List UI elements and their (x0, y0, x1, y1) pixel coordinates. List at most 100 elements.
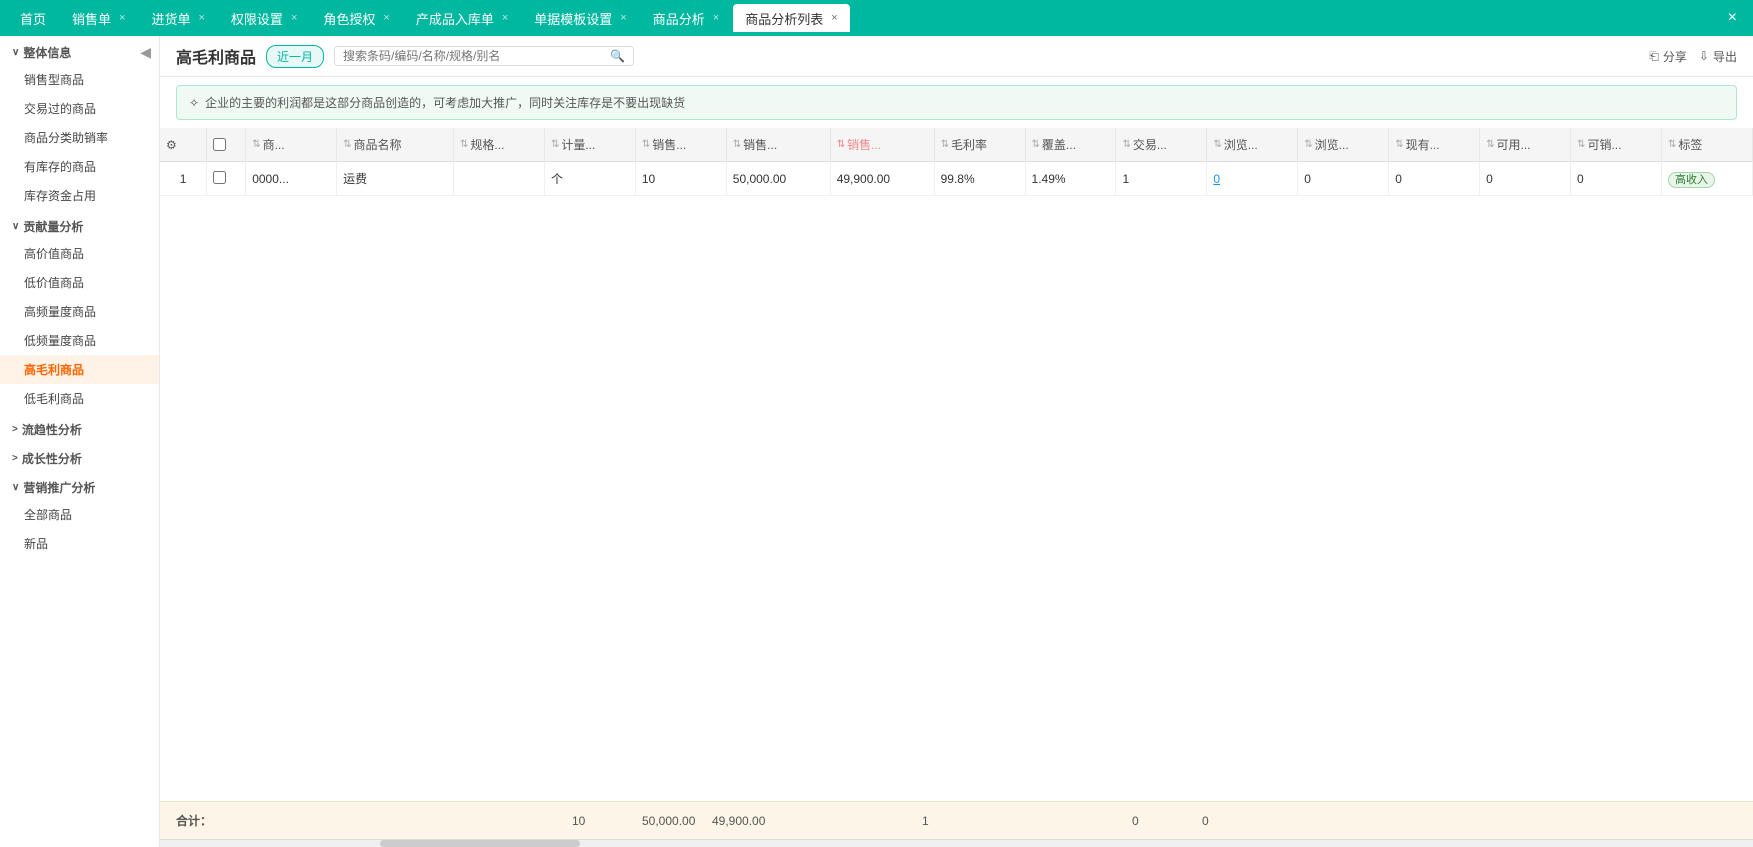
sidebar-group-overall[interactable]: ∨ 整体信息 (0, 36, 159, 65)
sidebar-group-marketing[interactable]: ∨ 营销推广分析 (0, 471, 159, 500)
row-checkbox[interactable] (213, 171, 226, 184)
sort-icon-sales-qty: ⇅ (642, 139, 650, 150)
footer-transaction: 1 (916, 814, 986, 828)
sidebar-item-new-goods[interactable]: 新品 (0, 529, 159, 558)
sidebar-collapse-btn[interactable]: ◀ (140, 44, 151, 61)
bottom-scrollbar[interactable] (160, 839, 1753, 847)
th-browse1[interactable]: ⇅ 浏览... (1207, 128, 1298, 162)
sidebar-item-low-freq[interactable]: 低频量度商品 (0, 326, 159, 355)
nav-item-home[interactable]: 首页 (8, 4, 58, 32)
cell-tag: 高收入 (1661, 162, 1752, 196)
nav-close-analysis-list[interactable]: × (831, 12, 837, 24)
row-tag: 高收入 (1668, 172, 1715, 188)
sidebar-group-contribution[interactable]: ∨ 贡献量分析 (0, 210, 159, 239)
footer-label: 合计： (176, 812, 256, 829)
col-label-available: 可用... (1497, 136, 1531, 153)
th-code[interactable]: ⇅ 商... (246, 128, 337, 162)
row-sales-profit: 49,900.00 (837, 172, 890, 186)
nav-close-analysis[interactable]: × (713, 12, 719, 24)
nav-close-sales[interactable]: × (119, 12, 125, 24)
row-sellable: 0 (1577, 172, 1584, 186)
nav-item-analysis[interactable]: 商品分析 × (641, 4, 731, 32)
sidebar-arrow-trend: > (12, 424, 18, 435)
th-spec[interactable]: ⇅ 规格... (454, 128, 545, 162)
sidebar-item-stocked-goods[interactable]: 有库存的商品 (0, 152, 159, 181)
nav-item-role[interactable]: 角色授权 × (311, 4, 401, 32)
cell-sales-qty: 10 (635, 162, 726, 196)
table-wrap: ⚙ ⇅ 商... (160, 128, 1753, 801)
th-sales-qty[interactable]: ⇅ 销售... (635, 128, 726, 162)
sidebar-item-high-value[interactable]: 高价值商品 (0, 239, 159, 268)
th-tag[interactable]: ⇅ 标签 (1661, 128, 1752, 162)
th-sales-amount[interactable]: ⇅ 销售... (726, 128, 830, 162)
col-label-browse1: 浏览... (1224, 136, 1258, 153)
cell-index: 1 (160, 162, 207, 196)
sidebar-group-label-contribution: 贡献量分析 (23, 218, 83, 235)
cell-coverage: 1.49% (1025, 162, 1116, 196)
footer-gross-margin (776, 814, 846, 828)
nav-close-permission[interactable]: × (291, 12, 297, 24)
share-button[interactable]: ⎗ 分享 (1649, 48, 1687, 65)
content-title: 高毛利商品 (176, 44, 256, 68)
th-browse2[interactable]: ⇅ 浏览... (1298, 128, 1389, 162)
sidebar-item-all-goods[interactable]: 全部商品 (0, 500, 159, 529)
row-gross-margin: 99.8% (941, 172, 975, 186)
nav-close-role[interactable]: × (383, 12, 389, 24)
settings-icon[interactable]: ⚙ (166, 138, 177, 152)
footer-cells: 10 50,000.00 49,900.00 1 0 0 (256, 814, 1737, 828)
cell-sales-amount: 50,000.00 (726, 162, 830, 196)
row-browse1[interactable]: 0 (1213, 172, 1220, 186)
sidebar-item-low-margin[interactable]: 低毛利商品 (0, 384, 159, 413)
cell-name: 运费 (337, 162, 454, 196)
nav-close-all[interactable]: × (1720, 9, 1745, 27)
th-check (207, 128, 246, 162)
nav-item-permission[interactable]: 权限设置 × (219, 4, 309, 32)
search-icon[interactable]: 🔍 (610, 49, 625, 63)
nav-item-analysis-list[interactable]: 商品分析列表 × (733, 4, 849, 32)
nav-item-purchase[interactable]: 进货单 × (139, 4, 216, 32)
nav-close-template[interactable]: × (620, 12, 626, 24)
th-index: ⚙ (160, 128, 207, 162)
footer-sales-profit: 49,900.00 (706, 814, 776, 828)
export-button[interactable]: ⇩ 导出 (1699, 48, 1737, 65)
nav-close-product-storage[interactable]: × (502, 12, 508, 24)
sidebar-group-growth[interactable]: > 成长性分析 (0, 442, 159, 471)
th-available[interactable]: ⇅ 可用... (1480, 128, 1571, 162)
sidebar-item-high-freq[interactable]: 高频量度商品 (0, 297, 159, 326)
sidebar-group-trend[interactable]: > 流趋性分析 (0, 413, 159, 442)
sort-icon-available: ⇅ (1486, 139, 1494, 150)
scrollbar-thumb[interactable] (380, 840, 580, 847)
sidebar-group-label-overall: 整体信息 (23, 44, 71, 61)
nav-item-sales[interactable]: 销售单 × (60, 4, 137, 32)
select-all-checkbox[interactable] (213, 138, 226, 151)
filter-button[interactable]: 近一月 (266, 45, 324, 68)
footer-browse1 (986, 814, 1056, 828)
th-current-stock[interactable]: ⇅ 现有... (1389, 128, 1480, 162)
th-name[interactable]: ⇅ 商品名称 (337, 128, 454, 162)
th-unit[interactable]: ⇅ 计量... (544, 128, 635, 162)
sort-icon-tag: ⇅ (1668, 139, 1676, 150)
sidebar-item-traded-goods[interactable]: 交易过的商品 (0, 94, 159, 123)
sidebar-item-sales-goods[interactable]: 销售型商品 (0, 65, 159, 94)
nav-item-product-storage[interactable]: 产成品入库单 × (404, 4, 520, 32)
sidebar: ◀ ∨ 整体信息 销售型商品 交易过的商品 商品分类助销率 有库存的商品 库存资… (0, 36, 160, 847)
nav-close-purchase[interactable]: × (198, 12, 204, 24)
th-coverage[interactable]: ⇅ 覆盖... (1025, 128, 1116, 162)
cell-spec (454, 162, 545, 196)
row-unit: 个 (551, 172, 563, 186)
sidebar-item-low-value[interactable]: 低价值商品 (0, 268, 159, 297)
sidebar-item-high-margin[interactable]: 高毛利商品 (0, 355, 159, 384)
nav-label-analysis: 商品分析 (653, 9, 705, 28)
search-input[interactable] (343, 49, 606, 63)
info-text: 企业的主要的利润都是这部分商品创造的，可考虑加大推广，同时关注库存是不要出现缺货 (205, 94, 685, 111)
sidebar-item-category-rate[interactable]: 商品分类助销率 (0, 123, 159, 152)
th-sales-profit[interactable]: ⇅ 销售... (830, 128, 934, 162)
col-label-code: 商... (263, 136, 285, 153)
sidebar-item-stock-capital[interactable]: 库存资金占用 (0, 181, 159, 210)
th-sellable[interactable]: ⇅ 可销... (1571, 128, 1662, 162)
footer-spacer (256, 814, 566, 828)
th-transaction[interactable]: ⇅ 交易... (1116, 128, 1207, 162)
nav-item-template[interactable]: 单据模板设置 × (522, 4, 638, 32)
th-gross-margin[interactable]: ⇅ 毛利率 (934, 128, 1025, 162)
row-name: 运费 (343, 172, 367, 186)
